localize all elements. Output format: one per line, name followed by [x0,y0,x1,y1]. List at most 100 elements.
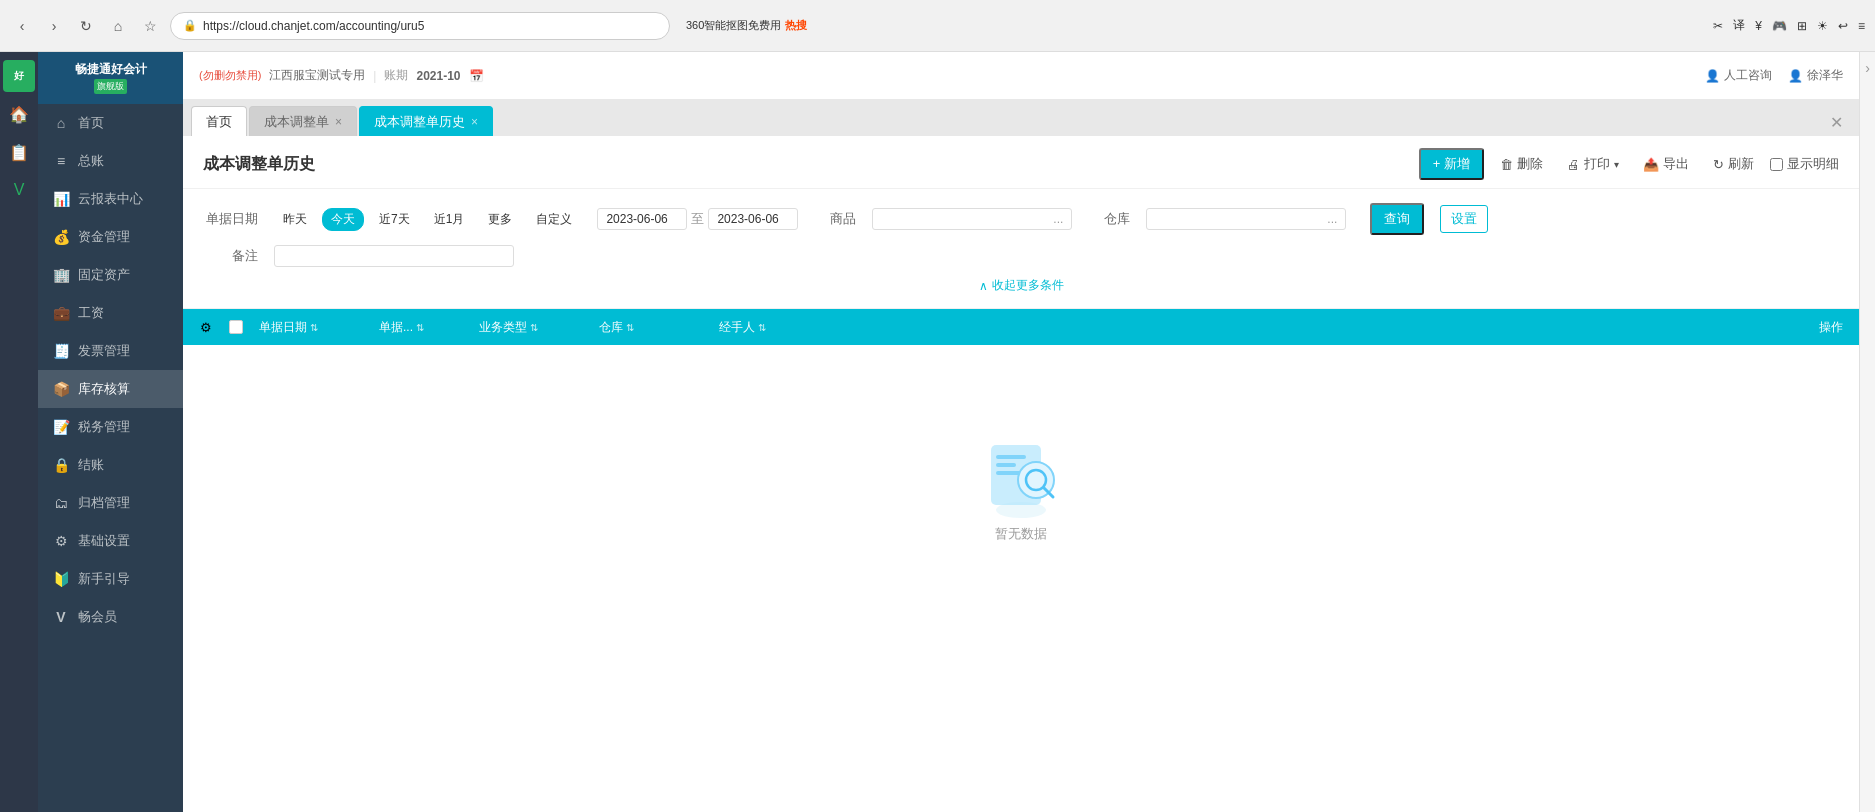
warehouse-more-btn[interactable]: ... [1327,212,1337,226]
user-btn[interactable]: 👤 徐泽华 [1788,67,1843,84]
calendar-icon[interactable]: 📅 [469,69,484,83]
right-panel: › [1859,52,1875,812]
goods-more-btn[interactable]: ... [1053,212,1063,226]
th-warehouse[interactable]: 仓库 ⇅ [591,319,711,336]
custom-btn[interactable]: 自定义 [527,208,581,231]
biztype-sort-icon: ⇅ [530,322,538,333]
browser-chrome: ‹ › ↻ ⌂ ☆ 🔒 https://cloud.chanjet.com/ac… [0,0,1875,52]
back-button[interactable]: ‹ [10,14,34,38]
tab-cost-adjust-close[interactable]: × [335,115,342,129]
icon-bar-item-3[interactable]: V [3,174,35,206]
game-tool[interactable]: 🎮 [1772,19,1787,33]
translate-tool[interactable]: 译 [1733,17,1745,34]
sidebar-label-tax: 税务管理 [78,418,130,436]
th-checkbox[interactable] [221,320,251,334]
show-cols-input[interactable] [1770,158,1783,171]
table-container: ⚙ 单据日期 ⇅ 单据... ⇅ 业务类型 ⇅ [183,309,1859,623]
close-panel-btn[interactable]: ✕ [1822,109,1851,136]
ledger-icon: ≡ [52,153,70,169]
sidebar-item-funds[interactable]: 💰 资金管理 [38,218,183,256]
grid-tool[interactable]: ⊞ [1797,19,1807,33]
print-dropdown-icon: ▾ [1614,159,1619,170]
export-icon: 📤 [1643,157,1659,172]
today-btn[interactable]: 今天 [322,208,364,231]
select-all-checkbox[interactable] [229,320,243,334]
collapse-icon: ∧ [979,279,988,293]
app-container: 好 🏠 📋 V 畅捷通好会计 旗舰版 ⌂ 首页 ≡ 总账 📊 云报表中心 [0,52,1875,812]
sidebar-label-salary: 工资 [78,304,104,322]
warning-text: (勿删勿禁用) [199,68,261,83]
goods-select[interactable]: ... [872,208,1072,230]
more-date-btn[interactable]: 更多 [479,208,521,231]
sidebar-item-assets[interactable]: 🏢 固定资产 [38,256,183,294]
handler-sort-icon: ⇅ [758,322,766,333]
print-btn[interactable]: 🖨 打印 ▾ [1559,151,1627,177]
remark-input[interactable] [274,245,514,267]
week-btn[interactable]: 近7天 [370,208,419,231]
sidebar-item-guide[interactable]: 🔰 新手引导 [38,560,183,598]
th-handler-label: 经手人 [719,319,755,336]
tabs-bar: 首页 成本调整单 × 成本调整单历史 × ✕ [183,100,1859,136]
address-bar[interactable]: 🔒 https://cloud.chanjet.com/accounting/u… [170,12,670,40]
new-btn[interactable]: + 新增 [1419,148,1484,180]
sidebar-item-vip[interactable]: V 畅会员 [38,598,183,636]
th-biztype[interactable]: 业务类型 ⇅ [471,319,591,336]
funds-icon: 💰 [52,229,70,245]
sidebar-item-invoice[interactable]: 🧾 发票管理 [38,332,183,370]
sidebar-item-tax[interactable]: 📝 税务管理 [38,408,183,446]
refresh-btn[interactable]: ↻ 刷新 [1705,151,1762,177]
right-panel-close-btn[interactable]: › [1865,60,1870,76]
settings-icon: ⚙ [52,533,70,549]
print-icon: 🖨 [1567,157,1580,172]
reload-button[interactable]: ↻ [74,14,98,38]
delete-btn[interactable]: 🗑 删除 [1492,151,1551,177]
month-btn[interactable]: 近1月 [425,208,474,231]
th-settings[interactable]: ⚙ [191,320,221,335]
collapse-btn[interactable]: ∧ 收起更多条件 [979,277,1064,294]
sidebar-item-home[interactable]: ⌂ 首页 [38,104,183,142]
th-handler[interactable]: 经手人 ⇅ [711,319,831,336]
tab-cost-adjust-history-close[interactable]: × [471,115,478,129]
sidebar-item-settings[interactable]: ⚙ 基础设置 [38,522,183,560]
filter-setting-btn[interactable]: 设置 [1440,205,1488,233]
th-voucher[interactable]: 单据... ⇅ [371,319,471,336]
tab-cost-adjust[interactable]: 成本调整单 × [249,106,357,136]
tab-home[interactable]: 首页 [191,106,247,136]
sidebar-item-close[interactable]: 🔒 结账 [38,446,183,484]
warehouse-select[interactable]: ... [1146,208,1346,230]
sidebar-label-reports: 云报表中心 [78,190,143,208]
yesterday-btn[interactable]: 昨天 [274,208,316,231]
cut-tool[interactable]: ✂ [1713,19,1723,33]
th-ops-label: 操作 [1819,320,1843,334]
logo-text: 畅捷通好会计 [75,62,147,78]
hot-label: 热搜 [785,18,807,33]
svg-rect-3 [996,463,1016,467]
menu-tool[interactable]: ≡ [1858,19,1865,33]
sidebar-item-archive[interactable]: 🗂 归档管理 [38,484,183,522]
query-btn[interactable]: 查询 [1370,203,1424,235]
sidebar-item-ledger[interactable]: ≡ 总账 [38,142,183,180]
date-to-input[interactable] [708,208,798,230]
tab-cost-adjust-history[interactable]: 成本调整单历史 × [359,106,493,136]
voucher-sort-icon: ⇅ [416,322,424,333]
empty-illustration [971,425,1071,525]
forward-button[interactable]: › [42,14,66,38]
date-from-input[interactable] [597,208,687,230]
brightness-tool[interactable]: ☀ [1817,19,1828,33]
sidebar-item-salary[interactable]: 💼 工资 [38,294,183,332]
home-icon: ⌂ [52,115,70,131]
sidebar-item-reports[interactable]: 📊 云报表中心 [38,180,183,218]
undo-tool[interactable]: ↩ [1838,19,1848,33]
th-date[interactable]: 单据日期 ⇅ [251,319,371,336]
icon-bar-item-2[interactable]: 📋 [3,136,35,168]
icon-bar-item-1[interactable]: 🏠 [3,98,35,130]
sidebar-label-funds: 资金管理 [78,228,130,246]
currency-tool[interactable]: ¥ [1755,19,1762,33]
home-button[interactable]: ⌂ [106,14,130,38]
consult-btn[interactable]: 👤 人工咨询 [1705,67,1772,84]
export-btn[interactable]: 📤 导出 [1635,151,1697,177]
show-cols-checkbox[interactable]: 显示明细 [1770,155,1839,173]
bookmark-button[interactable]: ☆ [138,14,162,38]
icon-bar-logo[interactable]: 好 [3,60,35,92]
sidebar-item-inventory[interactable]: 📦 库存核算 [38,370,183,408]
